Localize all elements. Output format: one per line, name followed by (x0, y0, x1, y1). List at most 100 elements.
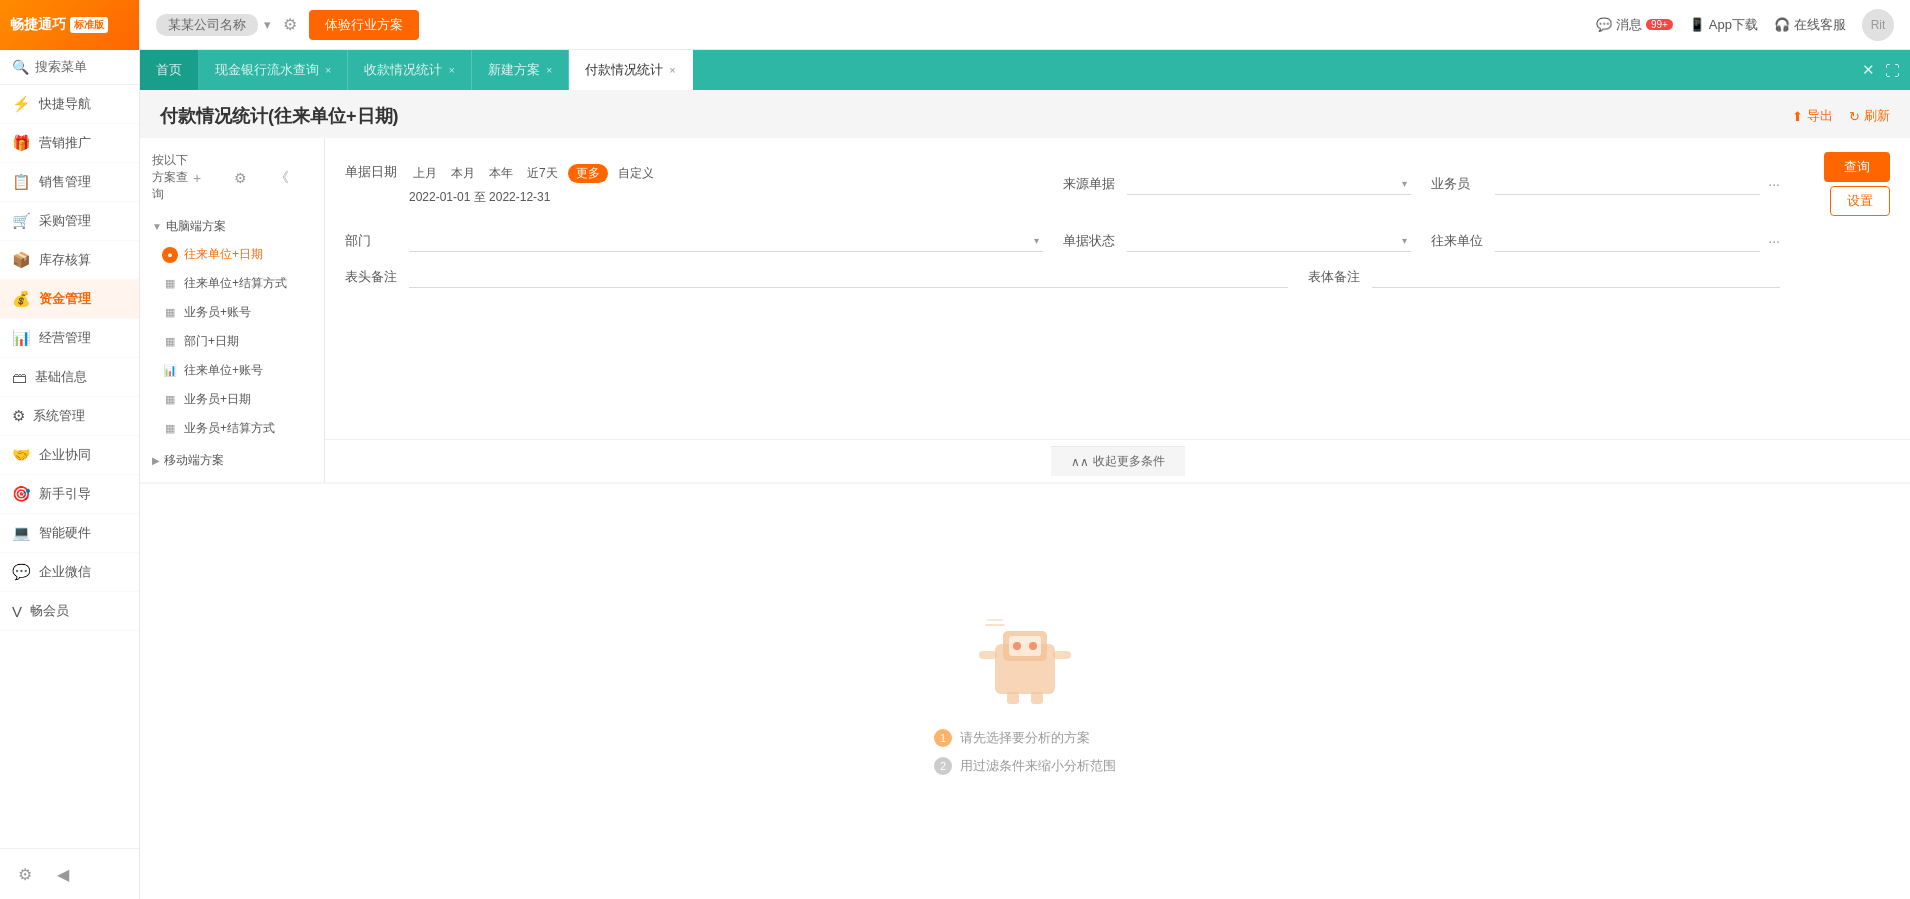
sidebar-item-smart[interactable]: 💻 智能硬件 (0, 514, 139, 553)
sidebar-item-finance[interactable]: 💰 资金管理 (0, 280, 139, 319)
message-icon: 💬 (1596, 17, 1612, 32)
purchase-icon: 🛒 (12, 212, 31, 230)
empty-hints: 1 请先选择要分析的方案 2 用过滤条件来缩小分析范围 (934, 729, 1116, 775)
scheme-panel-header: 按以下方案查询 + ⚙ 《 (140, 146, 324, 209)
scheme-item-partner-date[interactable]: ● 往来单位+日期 (140, 240, 324, 269)
dept-select[interactable] (409, 230, 1043, 251)
table-icon: ▦ (162, 334, 178, 350)
tab-close-all-icon[interactable]: ✕ (1862, 61, 1875, 79)
source-select[interactable] (1127, 173, 1412, 194)
scheme-group-pc-title[interactable]: ▼ 电脑端方案 (140, 213, 324, 240)
sidebar-item-member[interactable]: V 畅会员 (0, 592, 139, 631)
scheme-item-partner-settle[interactable]: ▦ 往来单位+结算方式 (140, 269, 324, 298)
body-note-input[interactable] (1372, 266, 1780, 288)
sidebar-item-quick-nav[interactable]: ⚡ 快捷导航 (0, 85, 139, 124)
scheme-item-label: 业务员+结算方式 (184, 420, 275, 437)
weixin-icon: 💬 (12, 563, 31, 581)
header-note-input[interactable] (409, 266, 1288, 288)
date-opt-last-month[interactable]: 上月 (409, 163, 441, 184)
partner-dots-btn[interactable]: ··· (1768, 233, 1780, 249)
setting-btn[interactable]: 设置 (1830, 186, 1890, 216)
business-icon: 📊 (12, 329, 31, 347)
voucher-status-select[interactable] (1127, 230, 1412, 251)
sidebar-item-guide[interactable]: 🎯 新手引导 (0, 475, 139, 514)
export-icon: ⬆ (1792, 109, 1803, 124)
staff-dots-btn[interactable]: ··· (1768, 176, 1780, 192)
topbar-gear-icon[interactable]: ⚙ (283, 15, 297, 34)
empty-state: 1 请先选择要分析的方案 2 用过滤条件来缩小分析范围 (140, 484, 1910, 899)
tab-collection-close-icon[interactable]: × (448, 64, 454, 76)
dept-filter-field: 部门 ▾ (345, 230, 1043, 252)
tabs-bar-right: ✕ ⛶ (1852, 50, 1910, 90)
inventory-icon: 📦 (12, 251, 31, 269)
scheme-collapse-icon[interactable]: 《 (275, 169, 312, 187)
date-opt-more[interactable]: 更多 (568, 164, 608, 183)
scheme-active-icon: ● (162, 247, 178, 263)
tab-payment[interactable]: 付款情况统计 × (569, 50, 692, 90)
main-content: 某某公司名称 ▾ ⚙ 体验行业方案 💬 消息 99+ 📱 App下载 🎧 在线客… (140, 0, 1910, 899)
topbar: 某某公司名称 ▾ ⚙ 体验行业方案 💬 消息 99+ 📱 App下载 🎧 在线客… (140, 0, 1910, 50)
tab-payment-close-icon[interactable]: × (669, 64, 675, 76)
online-service-btn[interactable]: 🎧 在线客服 (1774, 16, 1846, 34)
sidebar-item-sales[interactable]: 📋 销售管理 (0, 163, 139, 202)
scheme-item-label: 部门+日期 (184, 333, 239, 350)
filter-row-2: 部门 ▾ 单据状态 ▾ (345, 230, 1890, 252)
date-opt-custom[interactable]: 自定义 (614, 163, 658, 184)
scheme-group-mobile-title[interactable]: ▶ 移动端方案 (140, 447, 324, 474)
query-btn[interactable]: 查询 (1824, 152, 1890, 182)
sidebar-item-basic[interactable]: 🗃 基础信息 (0, 358, 139, 397)
sidebar-item-business[interactable]: 📊 经营管理 (0, 319, 139, 358)
sidebar-item-system[interactable]: ⚙ 系统管理 (0, 397, 139, 436)
export-btn[interactable]: ⬆ 导出 (1792, 107, 1833, 125)
scheme-item-dept-date[interactable]: ▦ 部门+日期 (140, 327, 324, 356)
tab-bank-label: 现金银行流水查询 (215, 61, 319, 79)
partner-input[interactable] (1495, 230, 1760, 252)
staff-input[interactable] (1495, 173, 1760, 195)
date-opt-this-month[interactable]: 本月 (447, 163, 479, 184)
export-label: 导出 (1807, 107, 1833, 125)
date-filter-field: 单据日期 上月 本月 本年 近7天 更多 自定义 20 (345, 163, 1043, 206)
sidebar-item-inventory[interactable]: 📦 库存核算 (0, 241, 139, 280)
collapse-btn[interactable]: ∧∧ 收起更多条件 (1051, 446, 1185, 476)
sidebar-search-item[interactable]: 🔍 搜索菜单 (0, 50, 139, 85)
sidebar-item-collab[interactable]: 🤝 企业协同 (0, 436, 139, 475)
date-opt-this-year[interactable]: 本年 (485, 163, 517, 184)
member-icon: V (12, 603, 22, 620)
refresh-btn[interactable]: ↻ 刷新 (1849, 107, 1890, 125)
scheme-item-partner-account[interactable]: 📊 往来单位+账号 (140, 356, 324, 385)
scheme-item-staff-date[interactable]: ▦ 业务员+日期 (140, 385, 324, 414)
sidebar-item-marketing[interactable]: 🎁 营销推广 (0, 124, 139, 163)
sidebar-collapse-btn[interactable]: ◀ (48, 859, 78, 889)
sidebar-item-weixin[interactable]: 💬 企业微信 (0, 553, 139, 592)
date-opt-7days[interactable]: 近7天 (523, 163, 562, 184)
content-area: 付款情况统计(往来单位+日期) ⬆ 导出 ↻ 刷新 按以下方案查询 + ⚙ (140, 90, 1910, 899)
tab-fullscreen-icon[interactable]: ⛶ (1885, 62, 1900, 79)
tab-collection[interactable]: 收款情况统计 × (348, 50, 471, 90)
app-download-btn[interactable]: 📱 App下载 (1689, 16, 1758, 34)
user-avatar[interactable]: Rit (1862, 9, 1894, 41)
tab-home[interactable]: 首页 (140, 50, 199, 90)
scheme-group-mobile: ▶ 移动端方案 (140, 447, 324, 474)
svg-rect-6 (1007, 692, 1019, 704)
sidebar-settings-btn[interactable]: ⚙ (10, 859, 40, 889)
date-range: 2022-01-01 至 2022-12-31 (409, 189, 658, 206)
page-title: 付款情况统计(往来单位+日期) (160, 104, 399, 128)
refresh-label: 刷新 (1864, 107, 1890, 125)
scheme-add-icon[interactable]: + (193, 170, 230, 186)
messages-btn[interactable]: 💬 消息 99+ (1596, 16, 1673, 34)
tab-bank-close-icon[interactable]: × (325, 64, 331, 76)
trial-btn[interactable]: 体验行业方案 (309, 10, 419, 40)
tab-new-scheme-close-icon[interactable]: × (546, 64, 552, 76)
marketing-icon: 🎁 (12, 134, 31, 152)
scheme-settings-icon[interactable]: ⚙ (234, 170, 271, 186)
tab-new-scheme[interactable]: 新建方案 × (472, 50, 569, 90)
scheme-item-staff-settle[interactable]: ▦ 业务员+结算方式 (140, 414, 324, 443)
finance-icon: 💰 (12, 290, 31, 308)
tab-home-label: 首页 (156, 61, 182, 79)
account-dropdown-icon[interactable]: ▾ (264, 17, 271, 32)
scheme-item-staff-account[interactable]: ▦ 业务员+账号 (140, 298, 324, 327)
collapse-label: 收起更多条件 (1093, 453, 1165, 470)
sidebar-item-purchase[interactable]: 🛒 采购管理 (0, 202, 139, 241)
sidebar-item-label: 采购管理 (39, 212, 91, 230)
tab-bank[interactable]: 现金银行流水查询 × (199, 50, 348, 90)
